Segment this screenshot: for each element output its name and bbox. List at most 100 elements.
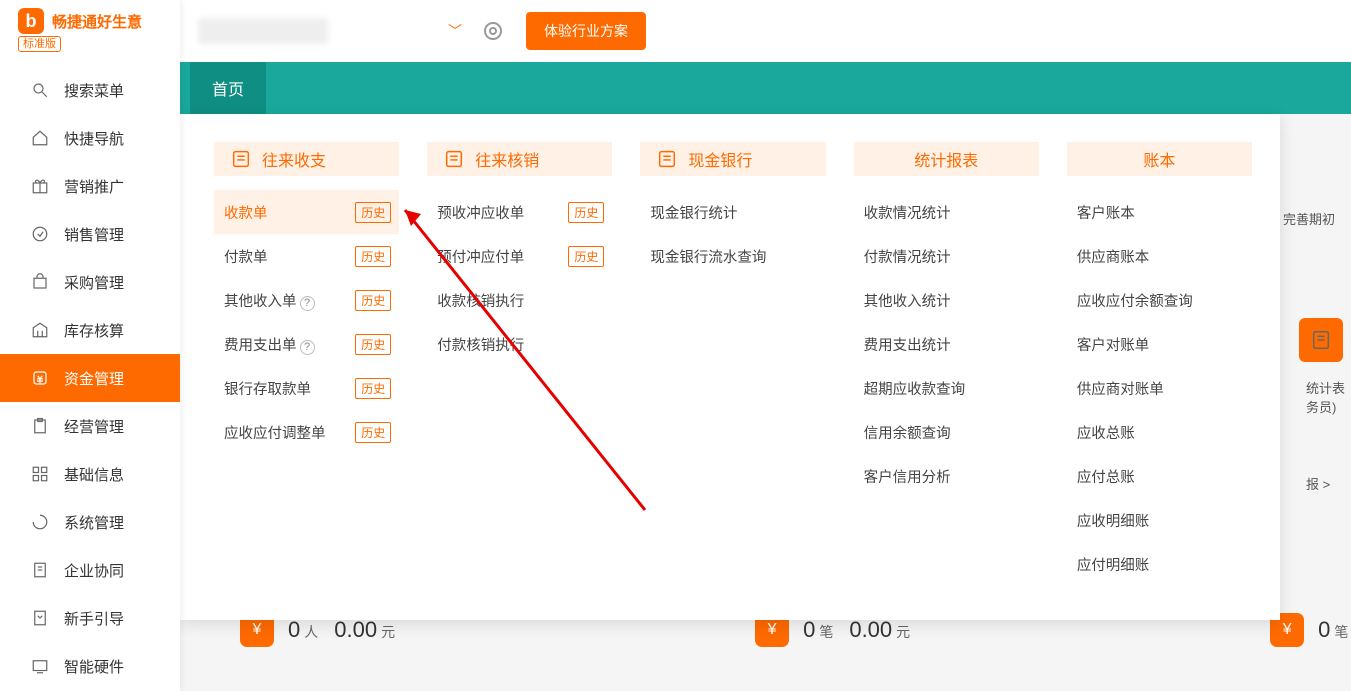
mega-item-label: 超期应收款查询 xyxy=(864,378,966,399)
sidebar-item-label: 采购管理 xyxy=(64,272,124,293)
history-tag[interactable]: 历史 xyxy=(568,202,604,223)
tv-icon xyxy=(30,656,50,676)
mega-item[interactable]: 银行存取款单历史 xyxy=(214,366,399,410)
mega-col-header: 现金银行 xyxy=(640,142,825,176)
mega-item-label: 现金银行流水查询 xyxy=(650,246,766,267)
hint-text: 务员) xyxy=(1306,397,1345,416)
history-tag[interactable]: 历史 xyxy=(355,202,391,223)
mega-item[interactable]: 应收明细账 xyxy=(1067,498,1252,542)
doc-icon xyxy=(230,148,252,170)
mega-item[interactable]: 费用支出统计 xyxy=(854,322,1039,366)
mega-item[interactable]: 应收应付调整单历史 xyxy=(214,410,399,454)
chevron-down-icon[interactable]: ﹀ xyxy=(448,21,462,41)
mega-item[interactable]: 其他收入单? 历史 xyxy=(214,278,399,322)
mega-item[interactable]: 费用支出单?历史 xyxy=(214,322,399,366)
mega-item[interactable]: 供应商对账单 xyxy=(1067,366,1252,410)
history-tag[interactable]: 历史 xyxy=(355,422,391,443)
stat-card: ¥0笔0.00元 xyxy=(1270,600,1351,660)
sidebar-item-search[interactable]: 搜索菜单 xyxy=(0,66,180,114)
history-tag[interactable]: 历史 xyxy=(568,246,604,267)
sidebar-item-cart[interactable]: 采购管理 xyxy=(0,258,180,306)
mega-item[interactable]: 应收应付余额查询 xyxy=(1067,278,1252,322)
mega-item-label: 信用余额查询 xyxy=(864,422,951,443)
sidebar-item-sales[interactable]: 销售管理 xyxy=(0,210,180,258)
mega-item[interactable]: 付款单历史 xyxy=(214,234,399,278)
mega-item[interactable]: 客户账本 xyxy=(1067,190,1252,234)
stock-icon xyxy=(30,320,50,340)
mega-item[interactable]: 收款核销执行 xyxy=(427,278,612,322)
mega-item[interactable]: 信用余额查询 xyxy=(854,410,1039,454)
history-tag[interactable]: 历史 xyxy=(355,290,391,311)
mega-item[interactable]: 预付冲应付单 历史 xyxy=(427,234,612,278)
mega-item[interactable]: 客户信用分析 xyxy=(854,454,1039,498)
history-tag[interactable]: 历史 xyxy=(355,334,391,355)
mega-col-2: 现金银行现金银行统计现金银行流水查询 xyxy=(640,142,825,586)
tab-home[interactable]: 首页 xyxy=(190,62,266,114)
mega-item[interactable]: 其他收入统计 xyxy=(854,278,1039,322)
mega-item-label: 供应商账本 xyxy=(1077,246,1150,267)
mega-item[interactable]: 付款核销执行 xyxy=(427,322,612,366)
experience-plan-button[interactable]: 体验行业方案 xyxy=(526,12,646,50)
mega-item[interactable]: 客户对账单 xyxy=(1067,322,1252,366)
stat-amount-unit: 元 xyxy=(381,622,395,642)
sidebar-item-loading[interactable]: 系统管理 xyxy=(0,498,180,546)
mega-item[interactable]: 供应商账本 xyxy=(1067,234,1252,278)
mega-item-label: 费用支出统计 xyxy=(864,334,951,355)
mega-col-header: 往来收支 xyxy=(214,142,399,176)
brand-area: b 畅捷通好生意 标准版 xyxy=(0,0,180,62)
sidebar-item-tv[interactable]: 智能硬件 xyxy=(0,642,180,690)
mega-col-title: 账本 xyxy=(1143,147,1175,171)
sidebar-item-label: 系统管理 xyxy=(64,512,124,533)
stat-count: 0 xyxy=(1318,617,1330,643)
history-tag[interactable]: 历史 xyxy=(355,246,391,267)
stat-amount-unit: 元 xyxy=(896,622,910,642)
sidebar-item-label: 库存核算 xyxy=(64,320,124,341)
right-edge-hints: 完善期初 xyxy=(1283,150,1343,258)
stat-amount: 0.00 xyxy=(334,617,377,643)
loading-icon xyxy=(30,512,50,532)
stat-count-unit: 人 xyxy=(304,622,318,642)
mega-item[interactable]: 收款单 历史 xyxy=(214,190,399,234)
mega-item[interactable]: 应付总账 xyxy=(1067,454,1252,498)
brand-title: 畅捷通好生意 xyxy=(52,11,142,32)
mega-item-label: 供应商对账单 xyxy=(1077,378,1164,399)
sidebar-item-note[interactable]: 企业协同 xyxy=(0,546,180,594)
mega-item[interactable]: 收款情况统计 xyxy=(854,190,1039,234)
mega-item[interactable]: 付款情况统计 xyxy=(854,234,1039,278)
sidebar-item-gift[interactable]: 营销推广 xyxy=(0,162,180,210)
mega-item-label: 收款单 xyxy=(224,202,268,223)
mega-item-label: 客户信用分析 xyxy=(864,466,951,487)
home-icon xyxy=(30,128,50,148)
search-icon xyxy=(30,80,50,100)
mega-item[interactable]: 应收总账 xyxy=(1067,410,1252,454)
help-icon[interactable]: ? xyxy=(300,296,315,311)
mega-item[interactable]: 超期应收款查询 xyxy=(854,366,1039,410)
mega-item[interactable]: 应付明细账 xyxy=(1067,542,1252,586)
sidebar-item-label: 经营管理 xyxy=(64,416,124,437)
mega-item-label: 应收应付余额查询 xyxy=(1077,290,1193,311)
mega-item[interactable]: 现金银行流水查询 xyxy=(640,234,825,278)
gear-icon[interactable] xyxy=(484,22,502,40)
history-tag[interactable]: 历史 xyxy=(355,378,391,399)
mega-item-label: 其他收入单? xyxy=(224,290,315,311)
help-icon[interactable]: ? xyxy=(300,340,315,355)
sidebar-item-label: 资金管理 xyxy=(64,368,124,389)
mega-item-label: 预付冲应付单 xyxy=(437,246,524,267)
mega-item[interactable]: 预收冲应收单历史 xyxy=(427,190,612,234)
sidebar-item-stock[interactable]: 库存核算 xyxy=(0,306,180,354)
stat-count-unit: 笔 xyxy=(819,622,833,642)
sidebar-item-money[interactable]: 资金管理 xyxy=(0,354,180,402)
brand-logo-icon: b xyxy=(18,8,44,34)
sidebar-item-guide[interactable]: 新手引导 xyxy=(0,594,180,642)
mega-item[interactable]: 现金银行统计 xyxy=(640,190,825,234)
sidebar-item-label: 营销推广 xyxy=(64,176,124,197)
sidebar-item-home[interactable]: 快捷导航 xyxy=(0,114,180,162)
mega-col-title: 往来收支 xyxy=(262,147,326,171)
mega-col-title: 现金银行 xyxy=(688,147,752,171)
mega-item-label: 应付明细账 xyxy=(1077,554,1150,575)
sidebar-item-grid[interactable]: 基础信息 xyxy=(0,450,180,498)
sidebar-item-clipboard[interactable]: 经营管理 xyxy=(0,402,180,450)
floating-action-icon[interactable] xyxy=(1299,318,1343,362)
hint-text: 完善期初 xyxy=(1283,210,1343,230)
sales-icon xyxy=(30,224,50,244)
